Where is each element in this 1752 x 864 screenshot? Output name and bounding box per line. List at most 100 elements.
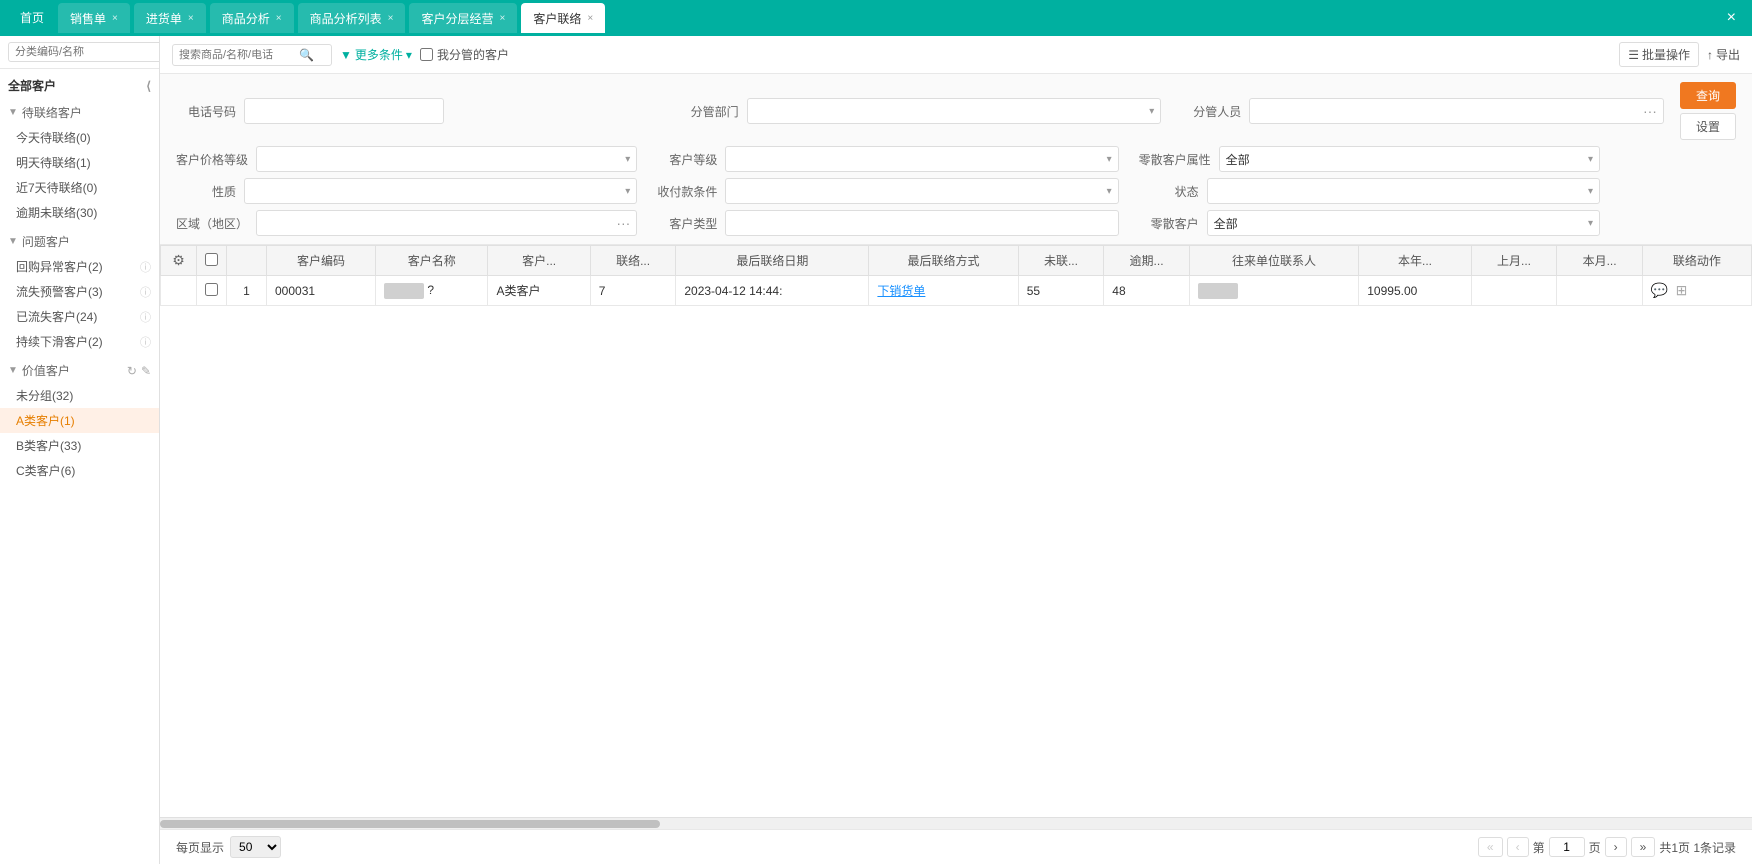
- field-retail-select[interactable]: 全部 ▾: [1207, 210, 1600, 236]
- page-size-select[interactable]: 10 20 50 100: [230, 836, 281, 858]
- my-customers-checkbox[interactable]: [420, 48, 433, 61]
- total-info: 共1页 1条记录: [1659, 839, 1736, 856]
- info-icon-3: ⓘ: [140, 309, 151, 325]
- row-name-cell: ?: [376, 276, 488, 306]
- row-this-month-cell: [1557, 276, 1643, 306]
- gear-icon[interactable]: ⚙: [172, 252, 185, 268]
- col-customer-type: 客户...: [488, 246, 590, 276]
- sidebar-item-7days[interactable]: 近7天待联络(0): [0, 175, 159, 200]
- field-region-input[interactable]: ···: [256, 210, 637, 236]
- sidebar-item-today[interactable]: 今天待联络(0): [0, 125, 159, 150]
- refresh-icon[interactable]: ↻: [127, 364, 137, 378]
- last-method-link[interactable]: 下销货单: [877, 284, 925, 298]
- sidebar-item-a-class[interactable]: A类客户(1): [0, 408, 159, 433]
- sidebar-search-input[interactable]: [8, 42, 160, 62]
- row-action-cell: 💬 ⊞: [1642, 276, 1751, 306]
- page-number-input[interactable]: [1549, 837, 1585, 857]
- close-tab-product-list[interactable]: ×: [388, 13, 394, 24]
- group-pending-contact-header[interactable]: ▼ 待联络客户: [0, 100, 159, 125]
- field-manager-label: 分管人员: [1181, 103, 1241, 120]
- field-customer-type-input[interactable]: [725, 210, 1118, 236]
- tab-product-list[interactable]: 商品分析列表 ×: [298, 3, 406, 33]
- sidebar-item-overdue[interactable]: 逾期未联络(30): [0, 200, 159, 225]
- my-customers-filter[interactable]: 我分管的客户: [420, 46, 509, 63]
- sidebar-item-churned[interactable]: 已流失客户(24) ⓘ: [0, 304, 159, 329]
- row-checkbox[interactable]: [205, 283, 218, 296]
- horizontal-scrollbar[interactable]: [160, 817, 1752, 829]
- comment-icon[interactable]: 💬: [1651, 282, 1668, 298]
- query-button[interactable]: 查询: [1680, 82, 1736, 109]
- field-region-label: 区域（地区）: [176, 215, 248, 232]
- arrow-icon-3: ▼: [8, 365, 18, 376]
- tab-sales[interactable]: 销售单 ×: [58, 3, 130, 33]
- field-manager-input[interactable]: ···: [1249, 98, 1664, 124]
- row-unit-contact-cell: [1189, 276, 1358, 306]
- tab-purchase[interactable]: 进货单 ×: [134, 3, 206, 33]
- filter-row-1: 电话号码 分管部门 ▾ 分管人员 ···: [176, 82, 1736, 140]
- export-btn[interactable]: ↑ 导出: [1707, 46, 1740, 63]
- field-customer-level-label: 客户等级: [657, 151, 717, 168]
- filter-row-4: 区域（地区） ··· 客户类型 零散客户: [176, 210, 1736, 236]
- field-status-select[interactable]: ▾: [1207, 178, 1600, 204]
- first-page-btn[interactable]: «: [1478, 837, 1503, 857]
- row-overdue-cell: 48: [1104, 276, 1190, 306]
- tab-product-analysis[interactable]: 商品分析 ×: [210, 3, 294, 33]
- field-status: 状态 ▾: [1139, 178, 1600, 204]
- scrollbar-thumb[interactable]: [160, 820, 660, 828]
- sidebar-item-ungrouped[interactable]: 未分组(32): [0, 383, 159, 408]
- field-manager: 分管人员 ···: [1181, 98, 1664, 124]
- field-price-level-select[interactable]: ▾: [256, 146, 637, 172]
- select-all-checkbox[interactable]: [205, 253, 218, 266]
- col-contact: 联络...: [590, 246, 676, 276]
- sidebar-item-tomorrow[interactable]: 明天待联络(1): [0, 150, 159, 175]
- prev-page-btn[interactable]: ‹: [1507, 837, 1529, 857]
- field-dept: 分管部门 ▾: [679, 98, 1162, 124]
- close-tab-purchase[interactable]: ×: [188, 13, 194, 24]
- field-nature-select[interactable]: ▾: [244, 178, 637, 204]
- search-input[interactable]: [179, 49, 299, 61]
- field-price-level-label: 客户价格等级: [176, 151, 248, 168]
- collapse-icon[interactable]: ⟨: [146, 79, 151, 93]
- field-dept-select[interactable]: ▾: [747, 98, 1162, 124]
- tab-customer-contact[interactable]: 客户联络 ×: [521, 3, 605, 33]
- edit-icon[interactable]: ✎: [141, 364, 151, 378]
- sidebar-item-b-class[interactable]: B类客户(33): [0, 433, 159, 458]
- last-page-btn[interactable]: »: [1631, 837, 1656, 857]
- sidebar: 🔍 全部客户 ⟨ ▼ 待联络客户 今天待联络(0) 明天待联络(1) 近7天待联…: [0, 36, 160, 864]
- sidebar-item-c-class[interactable]: C类客户(6): [0, 458, 159, 483]
- chevron-icon-6: ▾: [1107, 186, 1112, 197]
- close-tab-customer-contact[interactable]: ×: [587, 13, 593, 24]
- col-unit-contact: 往来单位联系人: [1189, 246, 1358, 276]
- qr-icon[interactable]: ⊞: [1676, 282, 1688, 298]
- group-problem-customers-header[interactable]: ▼ 问题客户: [0, 229, 159, 254]
- sidebar-item-repurchase-abnormal[interactable]: 回购异常客户(2) ⓘ: [0, 254, 159, 279]
- close-tab-product-analysis[interactable]: ×: [276, 13, 282, 24]
- search-box: 🔍: [172, 44, 332, 66]
- tab-customer-tier[interactable]: 客户分层经营 ×: [409, 3, 517, 33]
- field-payment-select[interactable]: ▾: [725, 178, 1118, 204]
- chevron-icon-2: ▾: [625, 154, 630, 165]
- field-retail-attr-select[interactable]: 全部 ▾: [1219, 146, 1600, 172]
- more-conditions-btn[interactable]: ▼ 更多条件 ▾: [340, 46, 412, 63]
- close-tab-sales[interactable]: ×: [112, 13, 118, 24]
- group-value-customers-header[interactable]: ▼ 价值客户 ↻ ✎: [0, 358, 159, 383]
- chevron-down-icon: ▾: [406, 48, 412, 62]
- all-customers-header[interactable]: 全部客户 ⟨: [0, 69, 159, 98]
- sidebar-item-churn-warning[interactable]: 流失预警客户(3) ⓘ: [0, 279, 159, 304]
- setting-button[interactable]: 设置: [1680, 113, 1736, 140]
- home-tab[interactable]: 首页: [8, 0, 56, 36]
- batch-op-btn[interactable]: ☰ 批量操作: [1619, 42, 1699, 67]
- col-settings[interactable]: ⚙: [161, 246, 197, 276]
- field-phone-input[interactable]: [244, 98, 444, 124]
- field-price-level: 客户价格等级 ▾: [176, 146, 637, 172]
- unit-contact-grey-box: [1198, 283, 1238, 299]
- next-page-btn[interactable]: ›: [1605, 837, 1627, 857]
- close-tab-customer-tier[interactable]: ×: [499, 13, 505, 24]
- filter-bar: 🔍 ▼ 更多条件 ▾ 我分管的客户 ☰ 批量操作 ↑ 导出: [160, 36, 1752, 74]
- field-nature: 性质 ▾: [176, 178, 637, 204]
- search-icon[interactable]: 🔍: [299, 48, 314, 62]
- sidebar-item-declining[interactable]: 持续下滑客户(2) ⓘ: [0, 329, 159, 354]
- close-all-tabs[interactable]: ×: [1719, 9, 1744, 27]
- name-grey-box: [384, 283, 424, 299]
- field-customer-level-select[interactable]: ▾: [725, 146, 1118, 172]
